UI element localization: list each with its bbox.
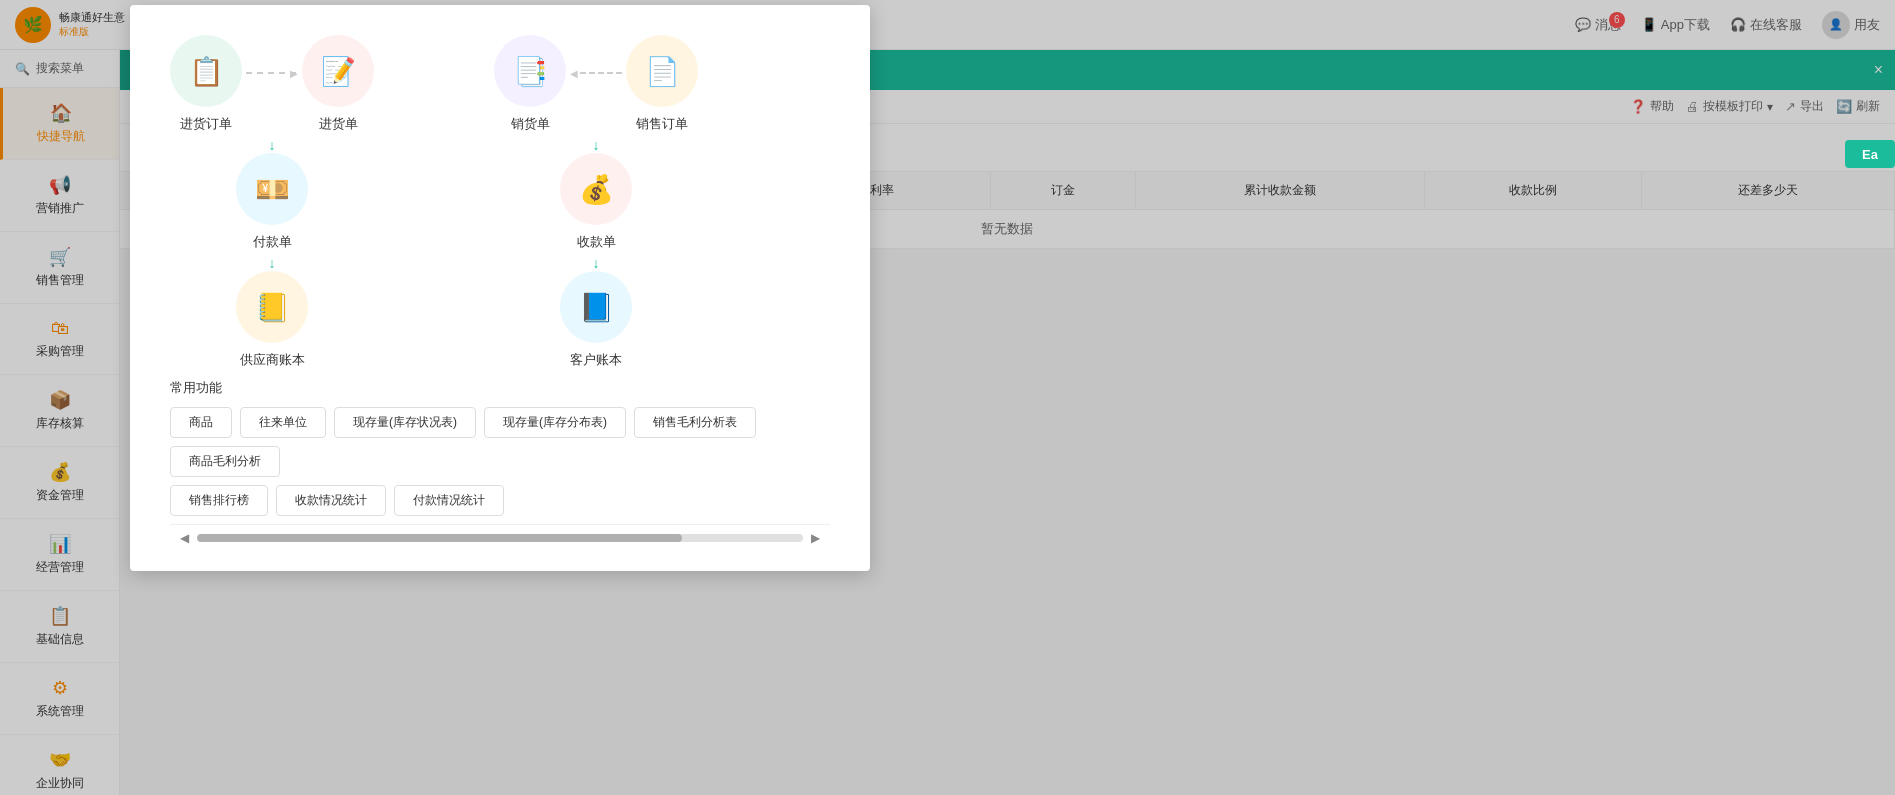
func-btn-receipt-stats[interactable]: 收款情况统计	[276, 485, 386, 516]
modal-overlay[interactable]: 📋 进货订单 ▶ 📝 进货单	[0, 0, 1895, 795]
purchase-bill-icon: 📝	[302, 35, 374, 107]
scroll-right-arrow[interactable]: ▶	[811, 531, 820, 545]
scroll-track[interactable]	[197, 534, 803, 542]
modal-box: 📋 进货订单 ▶ 📝 进货单	[130, 5, 870, 571]
func-btn-sales-rank[interactable]: 销售排行榜	[170, 485, 268, 516]
scroll-thumb	[197, 534, 682, 542]
func-btn-stock-status[interactable]: 现存量(库存状况表)	[334, 407, 476, 438]
payment-icon: 💴	[236, 153, 308, 225]
flow-payment[interactable]: 💴 付款单	[236, 153, 308, 251]
flow-receipt[interactable]: 💰 收款单	[560, 153, 632, 251]
sales-order-icon: 📄	[626, 35, 698, 107]
flow-supplier-ledger[interactable]: 📒 供应商账本	[236, 271, 308, 369]
flow-sales-bill[interactable]: 📑 销货单	[494, 35, 566, 133]
sales-bill-icon: 📑	[494, 35, 566, 107]
user-ea-area: Ea	[1845, 140, 1895, 168]
modal-content: 📋 进货订单 ▶ 📝 进货单	[130, 5, 870, 571]
flow-purchase-bill[interactable]: 📝 进货单	[302, 35, 374, 133]
func-title: 常用功能	[170, 379, 830, 397]
func-btn-sales-gross[interactable]: 销售毛利分析表	[634, 407, 756, 438]
scroll-left-arrow[interactable]: ◀	[180, 531, 189, 545]
func-btn-partners[interactable]: 往来单位	[240, 407, 326, 438]
func-btn-stock-dist[interactable]: 现存量(库存分布表)	[484, 407, 626, 438]
supplier-ledger-icon: 📒	[236, 271, 308, 343]
user-ea-badge: Ea	[1845, 140, 1895, 168]
func-btn-product-gross[interactable]: 商品毛利分析	[170, 446, 280, 477]
common-functions: 常用功能 商品 往来单位 现存量(库存状况表) 现存量(库存分布表) 销售毛利分…	[170, 379, 830, 516]
customer-ledger-icon: 📘	[560, 271, 632, 343]
flow-customer-ledger[interactable]: 📘 客户账本	[560, 271, 632, 369]
receipt-icon: 💰	[560, 153, 632, 225]
purchase-order-icon: 📋	[170, 35, 242, 107]
func-buttons-row1: 商品 往来单位 现存量(库存状况表) 现存量(库存分布表) 销售毛利分析表 商品…	[170, 407, 830, 477]
func-btn-payment-stats[interactable]: 付款情况统计	[394, 485, 504, 516]
flow-purchase-order[interactable]: 📋 进货订单	[170, 35, 242, 133]
flow-sales-order[interactable]: 📄 销售订单	[626, 35, 698, 133]
scroll-bar-area: ◀ ▶	[170, 524, 830, 551]
func-buttons-row2: 销售排行榜 收款情况统计 付款情况统计	[170, 485, 830, 516]
func-btn-product[interactable]: 商品	[170, 407, 232, 438]
